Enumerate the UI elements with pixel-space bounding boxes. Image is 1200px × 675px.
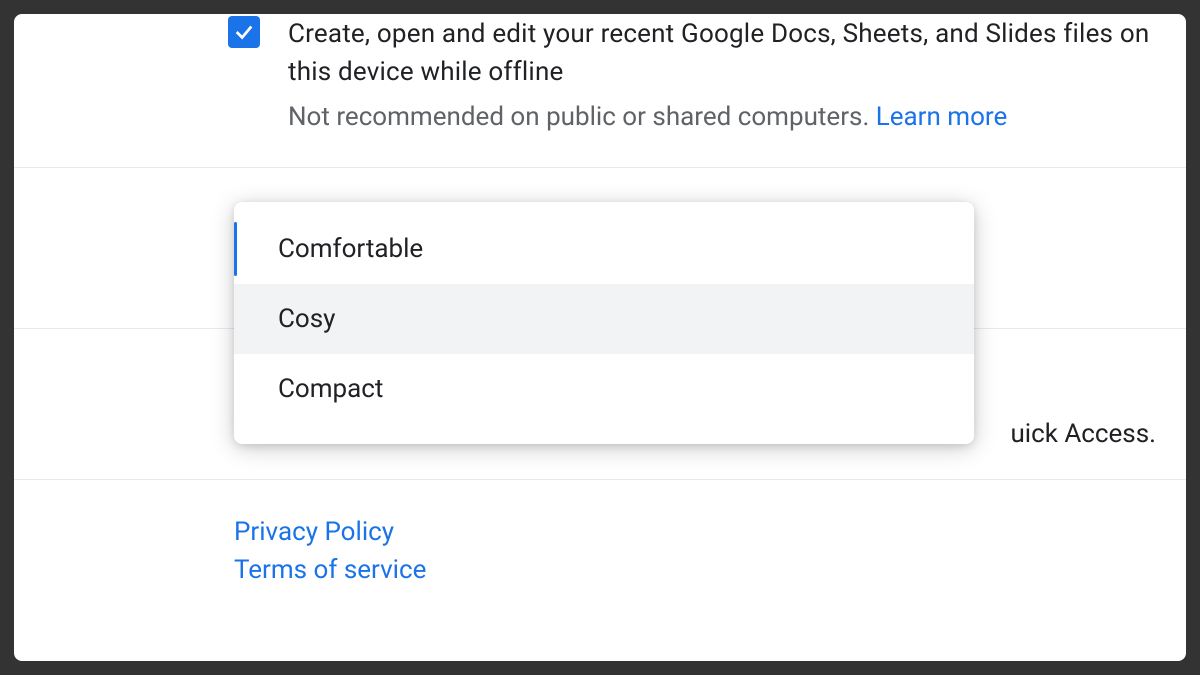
learn-more-link[interactable]: Learn more: [876, 102, 1008, 132]
terms-of-service-link[interactable]: Terms of service: [234, 552, 1186, 590]
offline-subtext-text: Not recommended on public or shared comp…: [288, 102, 876, 132]
settings-panel: Create, open and edit your recent Google…: [14, 14, 1186, 661]
quick-access-text-fragment: uick Access.: [1010, 419, 1156, 449]
density-option-comfortable[interactable]: Comfortable: [234, 214, 974, 284]
footer-links: Privacy Policy Terms of service: [14, 480, 1186, 589]
density-option-compact[interactable]: Compact: [234, 354, 974, 424]
density-option-cosy[interactable]: Cosy: [234, 284, 974, 354]
offline-checkbox[interactable]: [228, 16, 260, 48]
offline-setting-row: Create, open and edit your recent Google…: [14, 14, 1186, 167]
check-icon: [233, 21, 255, 43]
offline-title: Create, open and edit your recent Google…: [288, 14, 1186, 91]
offline-subtext: Not recommended on public or shared comp…: [288, 99, 1186, 137]
offline-text-block: Create, open and edit your recent Google…: [288, 14, 1186, 137]
offline-section: Create, open and edit your recent Google…: [14, 14, 1186, 167]
density-dropdown: Comfortable Cosy Compact: [234, 202, 974, 444]
privacy-policy-link[interactable]: Privacy Policy: [234, 514, 1186, 552]
